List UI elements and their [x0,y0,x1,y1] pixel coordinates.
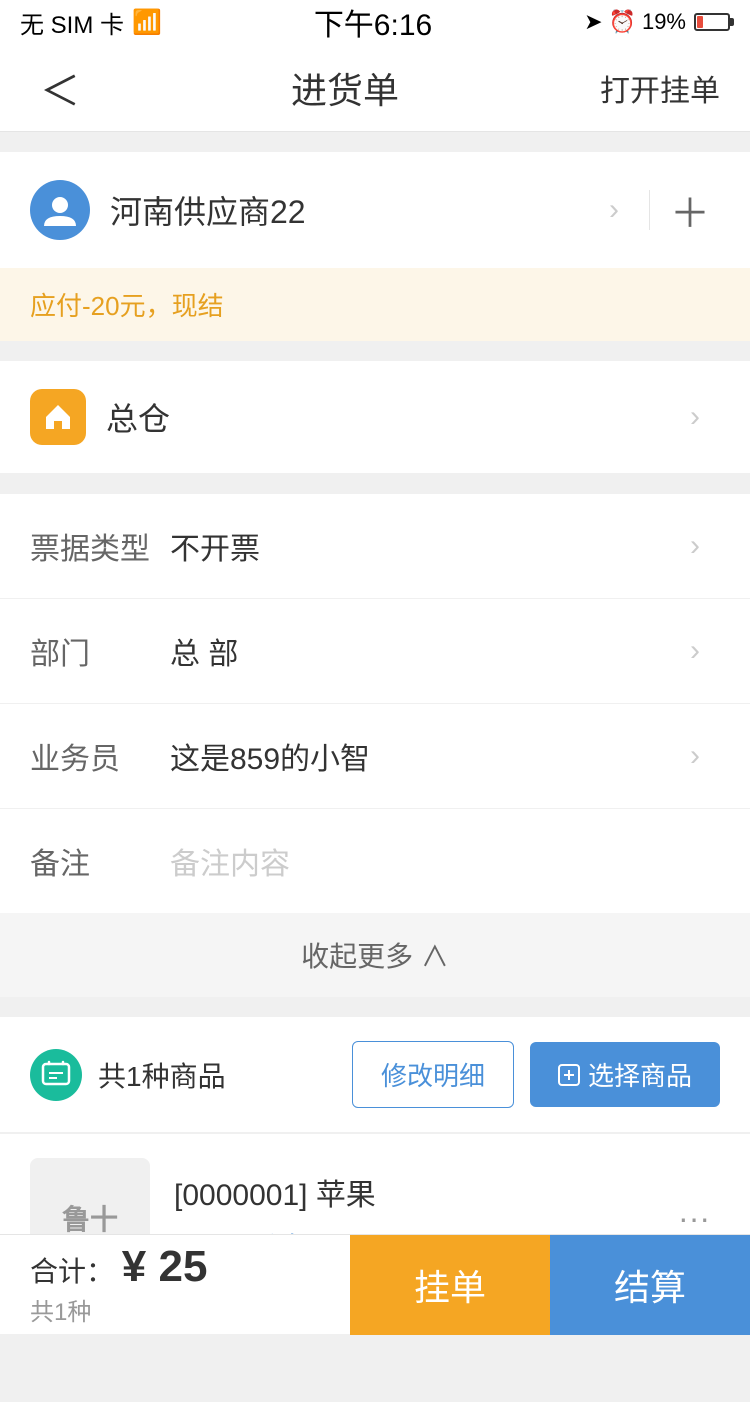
carrier-text: 无 SIM 卡 [20,5,124,40]
status-time: 下午6:16 [314,0,432,44]
product-count-text: 共1种商品 [98,1055,352,1095]
total-amount: ¥ 25 [122,1242,208,1291]
status-left: 无 SIM 卡 📶 [20,5,162,40]
product-title: 苹果 [316,1179,376,1212]
select-product-label: 选择商品 [588,1056,692,1093]
divider-2 [0,341,750,361]
department-label: 部门 [30,629,150,673]
status-bar: 无 SIM 卡 📶 下午6:16 ➤ ⏰ 19% [0,0,750,44]
select-product-button[interactable]: 选择商品 [530,1042,720,1107]
product-name: [0000001] 苹果 [174,1170,668,1214]
select-product-icon [558,1064,580,1086]
home-icon [42,401,74,433]
add-button[interactable]: ＋ [660,181,720,239]
battery-icon [694,13,730,31]
open-pending-button[interactable]: 打开挂单 [600,66,720,110]
form-section: 票据类型 不开票 › 部门 总 部 › 业务员 这是859的小智 › 备注 备注… [0,493,750,913]
warehouse-name: 总仓 [106,394,690,440]
warehouse-section: 总仓 › [0,361,750,473]
alarm-icon: ⏰ [609,9,636,35]
person-icon [42,192,78,228]
invoice-chevron-icon: › [690,529,700,563]
invoice-value: 不开票 [170,524,690,568]
supplier-name: 河南供应商22 [110,187,609,233]
nav-bar: ＜ 进货单 打开挂单 [0,44,750,132]
pending-button[interactable]: 挂单 [350,1235,550,1335]
supplier-row[interactable]: 河南供应商22 › ＋ [0,152,750,268]
wifi-icon: 📶 [132,8,162,37]
info-banner: 应付-20元，现结 [0,268,750,341]
salesperson-row[interactable]: 业务员 这是859的小智 › [0,703,750,808]
back-button[interactable]: ＜ [30,49,90,127]
location-icon: ➤ [584,9,602,35]
chevron-right-icon: › [609,193,619,227]
warehouse-chevron-icon: › [690,400,700,434]
salesperson-label: 业务员 [30,734,150,778]
divider-1 [0,132,750,152]
supplier-avatar [30,180,90,240]
checkout-button[interactable]: 结算 [550,1235,750,1335]
bottom-bar: 合计： ¥ 25 共1种 挂单 结算 [0,1234,750,1334]
total-section: 合计： ¥ 25 共1种 [0,1242,350,1327]
total-label: 合计： [30,1256,114,1287]
owl-logo: 鲁十 [62,1198,118,1238]
supplier-section: 河南供应商22 › ＋ 应付-20元，现结 [0,152,750,341]
separator [649,190,650,230]
department-row[interactable]: 部门 总 部 › [0,598,750,703]
status-right: ➤ ⏰ 19% [584,9,730,35]
divider-3 [0,473,750,493]
department-value: 总 部 [170,629,690,673]
edit-detail-button[interactable]: 修改明细 [352,1041,514,1108]
warehouse-row[interactable]: 总仓 › [0,361,750,473]
remark-label: 备注 [30,839,150,883]
salesperson-value: 这是859的小智 [170,734,690,778]
salesperson-chevron-icon: › [690,739,700,773]
invoice-label: 票据类型 [30,524,150,568]
remark-value: 备注内容 [170,839,720,883]
cart-icon [41,1060,71,1090]
page-title: 进货单 [291,62,399,114]
battery-text: 19% [642,9,686,35]
collapse-button[interactable]: 收起更多 ∧ [0,913,750,997]
invoice-row[interactable]: 票据类型 不开票 › [0,493,750,598]
product-id: [0000001] [174,1179,307,1212]
product-count-icon [30,1049,82,1101]
warehouse-icon [30,389,86,445]
department-chevron-icon: › [690,634,700,668]
products-header: 共1种商品 修改明细 选择商品 [0,1017,750,1132]
remark-row[interactable]: 备注 备注内容 [0,808,750,913]
total-count: 共1种 [30,1292,320,1327]
total-row: 合计： ¥ 25 [30,1242,320,1292]
